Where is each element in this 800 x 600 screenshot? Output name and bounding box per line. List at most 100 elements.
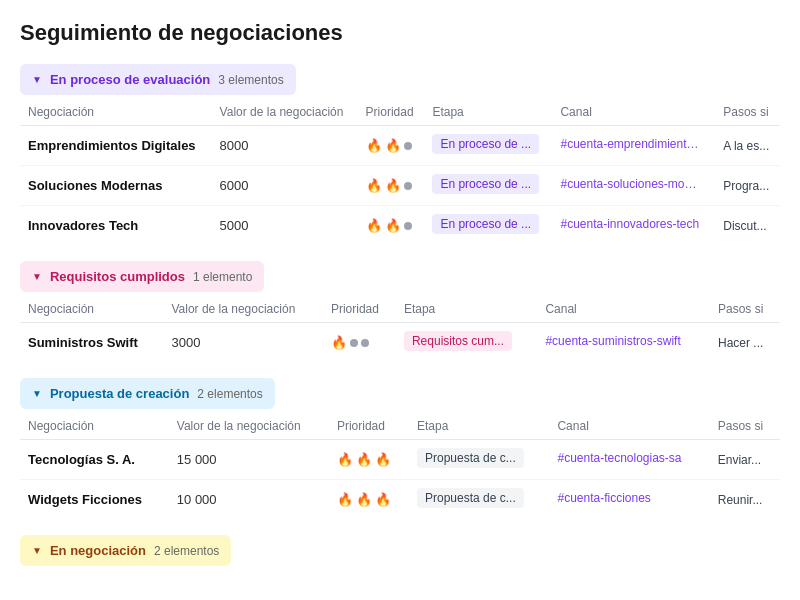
- table-requisitos: NegociaciónValor de la negociaciónPriori…: [20, 296, 780, 362]
- neg-etapa: Propuesta de c...: [409, 480, 549, 520]
- neg-canal[interactable]: #cuenta-soluciones-modern...: [552, 166, 715, 206]
- neg-name: Suministros Swift: [20, 323, 163, 363]
- dot-icon: [350, 339, 358, 347]
- table-column-header: Etapa: [409, 413, 549, 440]
- neg-canal[interactable]: #cuenta-ficciones: [549, 480, 709, 520]
- table-evaluacion: NegociaciónValor de la negociaciónPriori…: [20, 99, 780, 245]
- table-row: Innovadores Tech5000🔥🔥En proceso de ...#…: [20, 206, 780, 246]
- neg-valor: 15 000: [169, 440, 329, 480]
- section-header-negociacion[interactable]: ▼ En negociación 2 elementos: [20, 535, 231, 566]
- table-row: Soluciones Modernas6000🔥🔥En proceso de .…: [20, 166, 780, 206]
- canal-link[interactable]: #cuenta-innovadores-tech: [560, 217, 699, 231]
- table-row: Emprendimientos Digitales8000🔥🔥En proces…: [20, 126, 780, 166]
- neg-etapa: En proceso de ...: [424, 166, 552, 206]
- table-column-header: Pasos si: [710, 296, 780, 323]
- chevron-icon: ▼: [32, 271, 42, 282]
- section-requisitos: ▼ Requisitos cumplidos 1 elemento Negoci…: [20, 261, 780, 362]
- neg-priority: 🔥🔥: [358, 166, 425, 206]
- section-badge: 3 elementos: [218, 73, 283, 87]
- table-column-header: Etapa: [424, 99, 552, 126]
- section-header-evaluacion[interactable]: ▼ En proceso de evaluación 3 elementos: [20, 64, 296, 95]
- fire-icon: 🔥: [385, 138, 401, 153]
- section-label: Requisitos cumplidos: [50, 269, 185, 284]
- section-label: Propuesta de creación: [50, 386, 189, 401]
- neg-pasos: A la es...: [715, 126, 780, 166]
- table-column-header: Pasos si: [710, 413, 780, 440]
- table-row: Widgets Ficciones10 000🔥🔥🔥Propuesta de c…: [20, 480, 780, 520]
- neg-valor: 3000: [163, 323, 323, 363]
- neg-name: Widgets Ficciones: [20, 480, 169, 520]
- table-column-header: Valor de la negociación: [212, 99, 358, 126]
- section-header-propuesta[interactable]: ▼ Propuesta de creación 2 elementos: [20, 378, 275, 409]
- canal-link[interactable]: #cuenta-soluciones-modern...: [560, 177, 700, 191]
- neg-etapa: En proceso de ...: [424, 126, 552, 166]
- table-propuesta: NegociaciónValor de la negociaciónPriori…: [20, 413, 780, 519]
- section-badge: 2 elementos: [197, 387, 262, 401]
- section-evaluacion: ▼ En proceso de evaluación 3 elementos N…: [20, 64, 780, 245]
- table-column-header: Prioridad: [358, 99, 425, 126]
- fire-icon: 🔥: [337, 492, 353, 507]
- neg-priority: 🔥🔥: [358, 126, 425, 166]
- table-column-header: Prioridad: [329, 413, 409, 440]
- neg-priority: 🔥🔥: [358, 206, 425, 246]
- dot-icon: [404, 142, 412, 150]
- table-column-header: Canal: [537, 296, 710, 323]
- neg-valor: 10 000: [169, 480, 329, 520]
- neg-valor: 8000: [212, 126, 358, 166]
- dot-icon: [404, 182, 412, 190]
- fire-icon: 🔥: [337, 452, 353, 467]
- neg-name: Tecnologías S. A.: [20, 440, 169, 480]
- neg-pasos: Progra...: [715, 166, 780, 206]
- neg-pasos: Discut...: [715, 206, 780, 246]
- dot-icon: [361, 339, 369, 347]
- neg-valor: 5000: [212, 206, 358, 246]
- section-badge: 1 elemento: [193, 270, 252, 284]
- neg-pasos: Enviar...: [710, 440, 780, 480]
- section-negociacion: ▼ En negociación 2 elementos: [20, 535, 780, 566]
- fire-icon: 🔥: [366, 138, 382, 153]
- fire-icon: 🔥: [385, 218, 401, 233]
- section-label: En proceso de evaluación: [50, 72, 210, 87]
- fire-icon: 🔥: [385, 178, 401, 193]
- table-column-header: Etapa: [396, 296, 537, 323]
- neg-valor: 6000: [212, 166, 358, 206]
- table-column-header: Pasos si: [715, 99, 780, 126]
- fire-icon: 🔥: [331, 335, 347, 350]
- canal-link[interactable]: #cuenta-emprendimientos-...: [560, 137, 700, 151]
- fire-icon: 🔥: [366, 218, 382, 233]
- neg-canal[interactable]: #cuenta-emprendimientos-...: [552, 126, 715, 166]
- neg-priority: 🔥🔥🔥: [329, 480, 409, 520]
- fire-icon: 🔥: [356, 492, 372, 507]
- canal-link[interactable]: #cuenta-suministros-swift: [545, 334, 680, 348]
- table-column-header: Canal: [549, 413, 709, 440]
- chevron-icon: ▼: [32, 74, 42, 85]
- page-title: Seguimiento de negociaciones: [20, 20, 780, 46]
- canal-link[interactable]: #cuenta-ficciones: [557, 491, 650, 505]
- neg-etapa: En proceso de ...: [424, 206, 552, 246]
- canal-link[interactable]: #cuenta-tecnologias-sa: [557, 451, 681, 465]
- chevron-icon: ▼: [32, 545, 42, 556]
- neg-priority: 🔥: [323, 323, 396, 363]
- neg-name: Soluciones Modernas: [20, 166, 212, 206]
- neg-canal[interactable]: #cuenta-tecnologias-sa: [549, 440, 709, 480]
- neg-etapa: Propuesta de c...: [409, 440, 549, 480]
- chevron-icon: ▼: [32, 388, 42, 399]
- table-column-header: Valor de la negociación: [163, 296, 323, 323]
- fire-icon: 🔥: [366, 178, 382, 193]
- section-header-requisitos[interactable]: ▼ Requisitos cumplidos 1 elemento: [20, 261, 264, 292]
- neg-etapa: Requisitos cum...: [396, 323, 537, 363]
- neg-pasos: Hacer ...: [710, 323, 780, 363]
- table-row: Suministros Swift3000 🔥 Requisitos cum... #…: [20, 323, 780, 363]
- neg-canal[interactable]: #cuenta-suministros-swift: [537, 323, 710, 363]
- table-column-header: Valor de la negociación: [169, 413, 329, 440]
- table-row: Tecnologías S. A.15 000🔥🔥🔥Propuesta de c…: [20, 440, 780, 480]
- section-propuesta: ▼ Propuesta de creación 2 elementos Nego…: [20, 378, 780, 519]
- dot-icon: [404, 222, 412, 230]
- neg-canal[interactable]: #cuenta-innovadores-tech: [552, 206, 715, 246]
- neg-name: Emprendimientos Digitales: [20, 126, 212, 166]
- fire-icon: 🔥: [356, 452, 372, 467]
- section-label: En negociación: [50, 543, 146, 558]
- neg-name: Innovadores Tech: [20, 206, 212, 246]
- section-badge: 2 elementos: [154, 544, 219, 558]
- neg-priority: 🔥🔥🔥: [329, 440, 409, 480]
